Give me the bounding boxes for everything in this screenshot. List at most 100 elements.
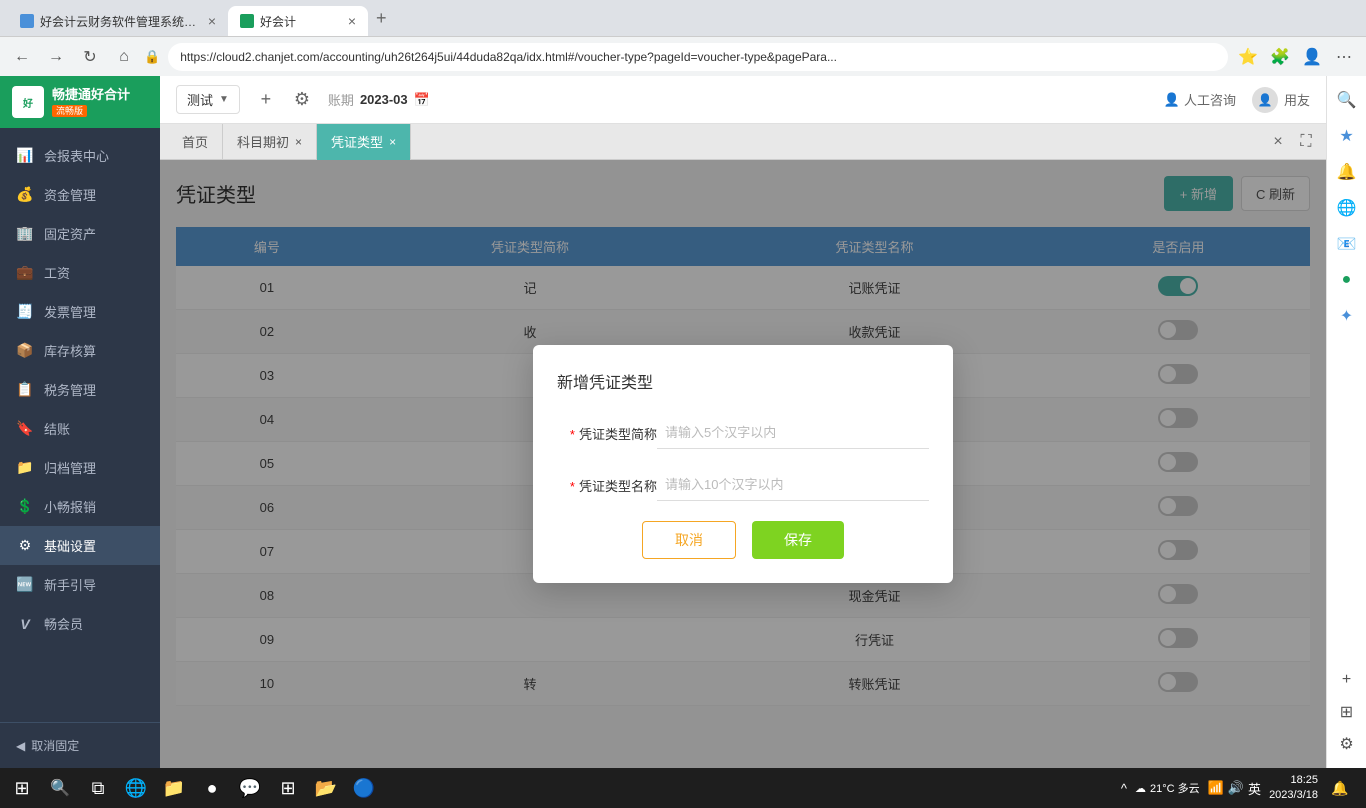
expense-icon: 💲 xyxy=(16,498,34,515)
taskbar-edge[interactable]: 🌐 xyxy=(118,770,154,806)
tab-title-2: 好会计 xyxy=(260,13,342,30)
sidebar-item-dashboard[interactable]: 📊 会报表中心 xyxy=(0,136,160,175)
taskbar-weather: ☁ 21°C 多云 xyxy=(1135,780,1200,796)
right-grid-button[interactable]: ⊞ xyxy=(1331,696,1363,728)
sidebar-item-invoice[interactable]: 🧾 发票管理 xyxy=(0,292,160,331)
workspace-name: 测试 xyxy=(187,90,213,109)
browser-tab-1[interactable]: 好会计云财务软件管理系统_会计 × xyxy=(8,6,228,36)
user-info[interactable]: 👤 用友 xyxy=(1252,87,1310,113)
cancel-pin-button[interactable]: ◀ 取消固定 xyxy=(16,731,144,760)
refresh-button[interactable]: ↻ xyxy=(76,43,104,71)
browser-tab-2[interactable]: 好会计 × xyxy=(228,6,368,36)
lang-icon[interactable]: 英 xyxy=(1248,779,1261,798)
forward-button[interactable]: → xyxy=(42,43,70,71)
right-globe-button[interactable]: 🌐 xyxy=(1331,192,1363,224)
right-bell-button[interactable]: 🔔 xyxy=(1331,156,1363,188)
taskbar-chrome[interactable]: ● xyxy=(194,770,230,806)
archive-icon: 📁 xyxy=(16,459,34,476)
tab-voucher-close[interactable]: × xyxy=(389,135,396,149)
sidebar-item-expense[interactable]: 💲 小畅报销 xyxy=(0,487,160,526)
taskbar-clock[interactable]: 18:25 2023/3/18 xyxy=(1269,773,1318,804)
sidebar-item-assets[interactable]: 🏢 固定资产 xyxy=(0,214,160,253)
taskbar-wechat[interactable]: 💬 xyxy=(232,770,268,806)
consulting-button[interactable]: 👤 人工咨询 xyxy=(1164,90,1236,109)
tab-favicon-1 xyxy=(20,14,34,28)
favorites-btn[interactable]: ⭐ xyxy=(1234,43,1262,71)
profile-btn[interactable]: 👤 xyxy=(1298,43,1326,71)
sidebar-label-guide: 新手引导 xyxy=(44,575,96,594)
sidebar-item-archive[interactable]: 📁 归档管理 xyxy=(0,448,160,487)
start-button[interactable]: ⊞ xyxy=(4,770,40,806)
consulting-label: 人工咨询 xyxy=(1184,90,1236,109)
taskbar-app6[interactable]: 📂 xyxy=(308,770,344,806)
right-search-button[interactable]: 🔍 xyxy=(1331,84,1363,116)
name-form-row: *凭证类型名称 xyxy=(557,469,929,501)
tab-subject-close[interactable]: × xyxy=(295,135,302,149)
abbr-input[interactable] xyxy=(657,417,929,449)
app-header: 测试 ▼ + ⚙ 账期 2023-03 📅 👤 人工咨询 👤 xyxy=(160,76,1326,124)
settings-gear-button[interactable]: ⚙ xyxy=(288,86,316,114)
taskbar-explorer[interactable]: 📁 xyxy=(156,770,192,806)
taskbar-taskview[interactable]: ⧉ xyxy=(80,770,116,806)
new-tab-button[interactable]: + xyxy=(368,8,395,29)
sidebar-item-tax[interactable]: 📋 税务管理 xyxy=(0,370,160,409)
tab-voucher-label: 凭证类型 xyxy=(331,132,383,151)
period-value: 2023-03 xyxy=(360,92,408,107)
right-blue-button[interactable]: ✦ xyxy=(1331,300,1363,332)
add-workspace-button[interactable]: + xyxy=(252,86,280,114)
sidebar-item-settings[interactable]: ⚙ 基础设置 xyxy=(0,526,160,565)
right-gear-button[interactable]: ⚙ xyxy=(1331,728,1363,760)
notification-button[interactable]: 🔔 xyxy=(1326,774,1354,802)
tab-close-2[interactable]: × xyxy=(348,13,356,29)
sidebar-label-assets: 固定资产 xyxy=(44,224,96,243)
required-star-2: * xyxy=(570,479,575,494)
header-right: 👤 人工咨询 👤 用友 xyxy=(1164,87,1310,113)
abbr-label: *凭证类型简称 xyxy=(557,424,657,443)
address-bar: ← → ↻ ⌂ 🔒 ⭐ 🧩 👤 ⋯ xyxy=(0,36,1366,76)
cancel-button[interactable]: 取消 xyxy=(642,521,736,559)
sidebar-label-invoice: 发票管理 xyxy=(44,302,96,321)
tab-close-1[interactable]: × xyxy=(208,13,216,29)
browser-chrome: 好会计云财务软件管理系统_会计 × 好会计 × + ← → ↻ ⌂ 🔒 ⭐ 🧩 … xyxy=(0,0,1366,76)
sidebar-item-checkout[interactable]: 🔖 结账 xyxy=(0,409,160,448)
tab-favicon-2 xyxy=(240,14,254,28)
workspace-selector[interactable]: 测试 ▼ xyxy=(176,85,240,114)
tab-subject[interactable]: 科目期初 × xyxy=(223,124,317,160)
address-input[interactable] xyxy=(168,43,1228,71)
save-button[interactable]: 保存 xyxy=(752,521,844,559)
sidebar-label-inventory: 库存核算 xyxy=(44,341,96,360)
tab-voucher-type[interactable]: 凭证类型 × xyxy=(317,124,411,160)
more-btn[interactable]: ⋯ xyxy=(1330,43,1358,71)
calendar-icon[interactable]: 📅 xyxy=(414,92,430,108)
avatar-icon: 👤 xyxy=(1258,93,1273,107)
taskbar-chevron-icon[interactable]: ^ xyxy=(1121,781,1127,796)
home-button[interactable]: ⌂ xyxy=(110,43,138,71)
main-content: 测试 ▼ + ⚙ 账期 2023-03 📅 👤 人工咨询 👤 xyxy=(160,76,1326,768)
back-button[interactable]: ← xyxy=(8,43,36,71)
sidebar-label-checkout: 结账 xyxy=(44,419,70,438)
sidebar-item-inventory[interactable]: 📦 库存核算 xyxy=(0,331,160,370)
sidebar-item-guide[interactable]: 🆕 新手引导 xyxy=(0,565,160,604)
right-mail-button[interactable]: 📧 xyxy=(1331,228,1363,260)
taskbar-edge2[interactable]: 🔵 xyxy=(346,770,382,806)
right-plus-button[interactable]: + xyxy=(1331,664,1363,696)
tab-collapse-button[interactable]: × xyxy=(1266,130,1290,154)
sidebar-item-salary[interactable]: 💼 工资 xyxy=(0,253,160,292)
name-input[interactable] xyxy=(657,469,929,501)
right-sidebar: 🔍 ★ 🔔 🌐 📧 ● ✦ + ⊞ ⚙ xyxy=(1326,76,1366,768)
taskbar-app5[interactable]: ⊞ xyxy=(270,770,306,806)
taskbar-search-button[interactable]: 🔍 xyxy=(42,770,78,806)
tab-expand-button[interactable]: ⛶ xyxy=(1294,130,1318,154)
extensions-btn[interactable]: 🧩 xyxy=(1266,43,1294,71)
tab-bar: 好会计云财务软件管理系统_会计 × 好会计 × + xyxy=(0,0,1366,36)
right-green-button[interactable]: ● xyxy=(1331,264,1363,296)
sidebar-item-capital[interactable]: 💰 资金管理 xyxy=(0,175,160,214)
right-star-button[interactable]: ★ xyxy=(1331,120,1363,152)
assets-icon: 🏢 xyxy=(16,225,34,242)
tab-home-label: 首页 xyxy=(182,132,208,151)
tab-home[interactable]: 首页 xyxy=(168,124,223,160)
logo-icon: 好 xyxy=(12,86,44,118)
period-label: 账期 xyxy=(328,90,354,109)
inventory-icon: 📦 xyxy=(16,342,34,359)
sidebar-item-member[interactable]: V 畅会员 xyxy=(0,604,160,643)
